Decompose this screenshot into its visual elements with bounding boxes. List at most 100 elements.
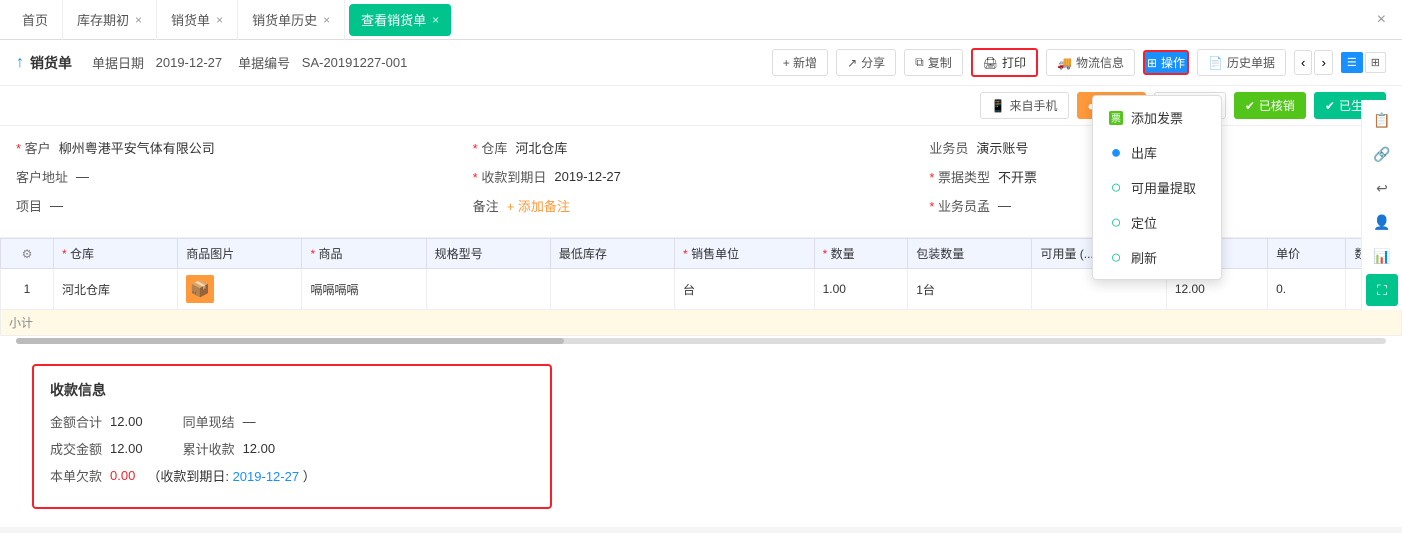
note-add-btn[interactable]: + 添加备注 — [507, 196, 570, 215]
dropdown-item-add-invoice[interactable]: 票 添加发票 — [1093, 100, 1221, 135]
row-index: 1 — [1, 269, 54, 310]
tab-inventory-init-close[interactable]: × — [135, 13, 142, 27]
customer-value: 柳州粤港平安气体有限公司 — [59, 138, 215, 157]
due-date-field: 收款到期日 2019-12-27 — [473, 167, 930, 186]
tab-sales-order-close[interactable]: × — [216, 13, 223, 27]
col-settings[interactable]: ⚙ — [1, 239, 54, 269]
outbound-label: 出库 — [1131, 143, 1157, 162]
right-tool-chart[interactable]: 📊 — [1366, 240, 1398, 272]
horizontal-scrollbar[interactable] — [16, 338, 1386, 344]
warehouse-label: 仓库 — [473, 138, 508, 157]
right-tool-clipboard[interactable]: 📋 — [1366, 104, 1398, 136]
col-min-stock: 最低库存 — [550, 239, 674, 269]
copy-icon: ⧉ — [915, 55, 924, 70]
right-tool-user[interactable]: 👤 — [1366, 206, 1398, 238]
scrollbar-thumb[interactable] — [16, 338, 564, 344]
copy-button[interactable]: ⧉ 复制 — [904, 49, 963, 76]
phone-icon: 📱 — [991, 99, 1006, 113]
cumulative-field: 累计收款 12.00 — [183, 439, 276, 458]
row-spec — [426, 269, 550, 310]
tab-view-sales-label: 查看销货单 — [361, 10, 426, 29]
due-date-label: 收款到期日 — [473, 167, 547, 186]
transaction-field: 成交金额 12.00 — [50, 439, 143, 458]
nav-next[interactable]: › — [1314, 50, 1332, 75]
payment-title: 收款信息 — [50, 380, 534, 400]
tab-home-label: 首页 — [22, 10, 48, 29]
doc-meta: 单据日期 2019-12-27 单据编号 SA-20191227-001 — [92, 53, 772, 72]
refresh-label: 刷新 — [1131, 248, 1157, 267]
staff-label: 业务员 — [929, 138, 968, 157]
doc-date-value: 2019-12-27 — [156, 55, 223, 70]
dropdown-item-available-qty[interactable]: ○ 可用量提取 — [1093, 170, 1221, 205]
right-tool-undo[interactable]: ↩ — [1366, 172, 1398, 204]
tab-bar-close[interactable]: × — [1369, 11, 1394, 29]
available-qty-icon: ○ — [1109, 181, 1123, 195]
project-value: — — [50, 198, 63, 213]
total-value: 12.00 — [110, 414, 143, 429]
right-toolbar: 📋 🔗 ↩ 👤 📊 ⛶ — [1361, 100, 1402, 310]
payment-section: 收款信息 金额合计 12.00 同单现结 — 成交金额 12.00 — [32, 364, 552, 509]
address-label: 客户地址 — [16, 167, 68, 186]
right-tool-link[interactable]: 🔗 — [1366, 138, 1398, 170]
tab-sales-order-label: 销货单 — [171, 10, 210, 29]
warehouse-value: 河北仓库 — [515, 138, 567, 157]
dropdown-item-outbound[interactable]: ● 出库 — [1093, 135, 1221, 170]
note-label: 备注 — [473, 196, 499, 215]
operations-button[interactable]: ⊞ 操作 — [1143, 50, 1189, 75]
view-list[interactable]: ☰ — [1341, 52, 1363, 73]
arrears-value: 0.00 — [110, 468, 135, 483]
row-price: 0. — [1268, 269, 1346, 310]
effective-icon: ✔ — [1325, 99, 1335, 113]
dropdown-item-refresh[interactable]: ○ 刷新 — [1093, 240, 1221, 275]
address-field: 客户地址 — — [16, 167, 473, 186]
staff-value: 演示账号 — [976, 138, 1028, 157]
print-button[interactable]: 🖨 打印 — [971, 48, 1038, 77]
sales-staff-value: — — [998, 198, 1011, 213]
right-tool-expand[interactable]: ⛶ — [1366, 274, 1398, 306]
project-field: 项目 — — [16, 196, 473, 215]
history-icon: 📄 — [1208, 56, 1223, 70]
share-button[interactable]: ↗ 分享 — [836, 49, 896, 76]
tab-view-sales[interactable]: 查看销货单 × — [349, 4, 452, 36]
logistics-button[interactable]: 🚚 物流信息 — [1046, 49, 1135, 76]
col-product-image: 商品图片 — [178, 239, 302, 269]
product-thumb-icon: 📦 — [190, 279, 210, 299]
refresh-icon: ○ — [1109, 251, 1123, 265]
doc-number-label: 单据编号 SA-20191227-001 — [238, 53, 407, 72]
tab-sales-order[interactable]: 销货单 × — [157, 0, 238, 40]
tab-inventory-init-label: 库存期初 — [77, 10, 129, 29]
same-order-field: 同单现结 — — [183, 412, 256, 431]
nav-prev[interactable]: ‹ — [1294, 50, 1312, 75]
cancelled-button[interactable]: ✔ 已核销 — [1234, 92, 1306, 119]
dropdown-item-locate[interactable]: ○ 定位 — [1093, 205, 1221, 240]
customer-field: 客户 柳州粤港平安气体有限公司 — [16, 138, 473, 157]
share-icon: ↗ — [847, 56, 857, 70]
locate-label: 定位 — [1131, 213, 1157, 232]
print-icon: 🖨 — [983, 56, 998, 70]
from-phone-button[interactable]: 📱 来自手机 — [980, 92, 1069, 119]
arrears-note: （收款到期日: 2019-12-27 ） — [147, 466, 315, 485]
view-toggle: ☰ ⊞ — [1341, 52, 1386, 73]
tab-sales-history[interactable]: 销货单历史 × — [238, 0, 345, 40]
subtotal-row: 小计 — [1, 310, 1402, 336]
row-quantity: 1.00 — [814, 269, 908, 310]
total-field: 金额合计 12.00 — [50, 412, 143, 431]
customer-label: 客户 — [16, 138, 51, 157]
view-grid[interactable]: ⊞ — [1365, 52, 1386, 73]
tab-inventory-init[interactable]: 库存期初 × — [63, 0, 157, 40]
locate-icon: ○ — [1109, 216, 1123, 230]
doc-actions: + 新增 ↗ 分享 ⧉ 复制 🖨 打印 🚚 物流信息 — [772, 48, 1386, 77]
app-container: 首页 库存期初 × 销货单 × 销货单历史 × 查看销货单 × × ↑ 销货单 — [0, 0, 1402, 533]
project-label: 项目 — [16, 196, 42, 215]
transaction-label: 成交金额 — [50, 439, 102, 458]
new-button[interactable]: + 新增 — [772, 49, 828, 76]
history-button[interactable]: 📄 历史单据 — [1197, 49, 1286, 76]
warehouse-field: 仓库 河北仓库 — [473, 138, 930, 157]
tab-sales-history-close[interactable]: × — [323, 13, 330, 27]
due-date-value: 2019-12-27 — [554, 169, 621, 184]
same-order-value: — — [243, 414, 256, 429]
product-thumbnail: 📦 — [186, 275, 214, 303]
tab-view-sales-close[interactable]: × — [432, 13, 439, 27]
doc-type-icon: ↑ — [16, 54, 24, 72]
tab-home[interactable]: 首页 — [8, 0, 63, 40]
